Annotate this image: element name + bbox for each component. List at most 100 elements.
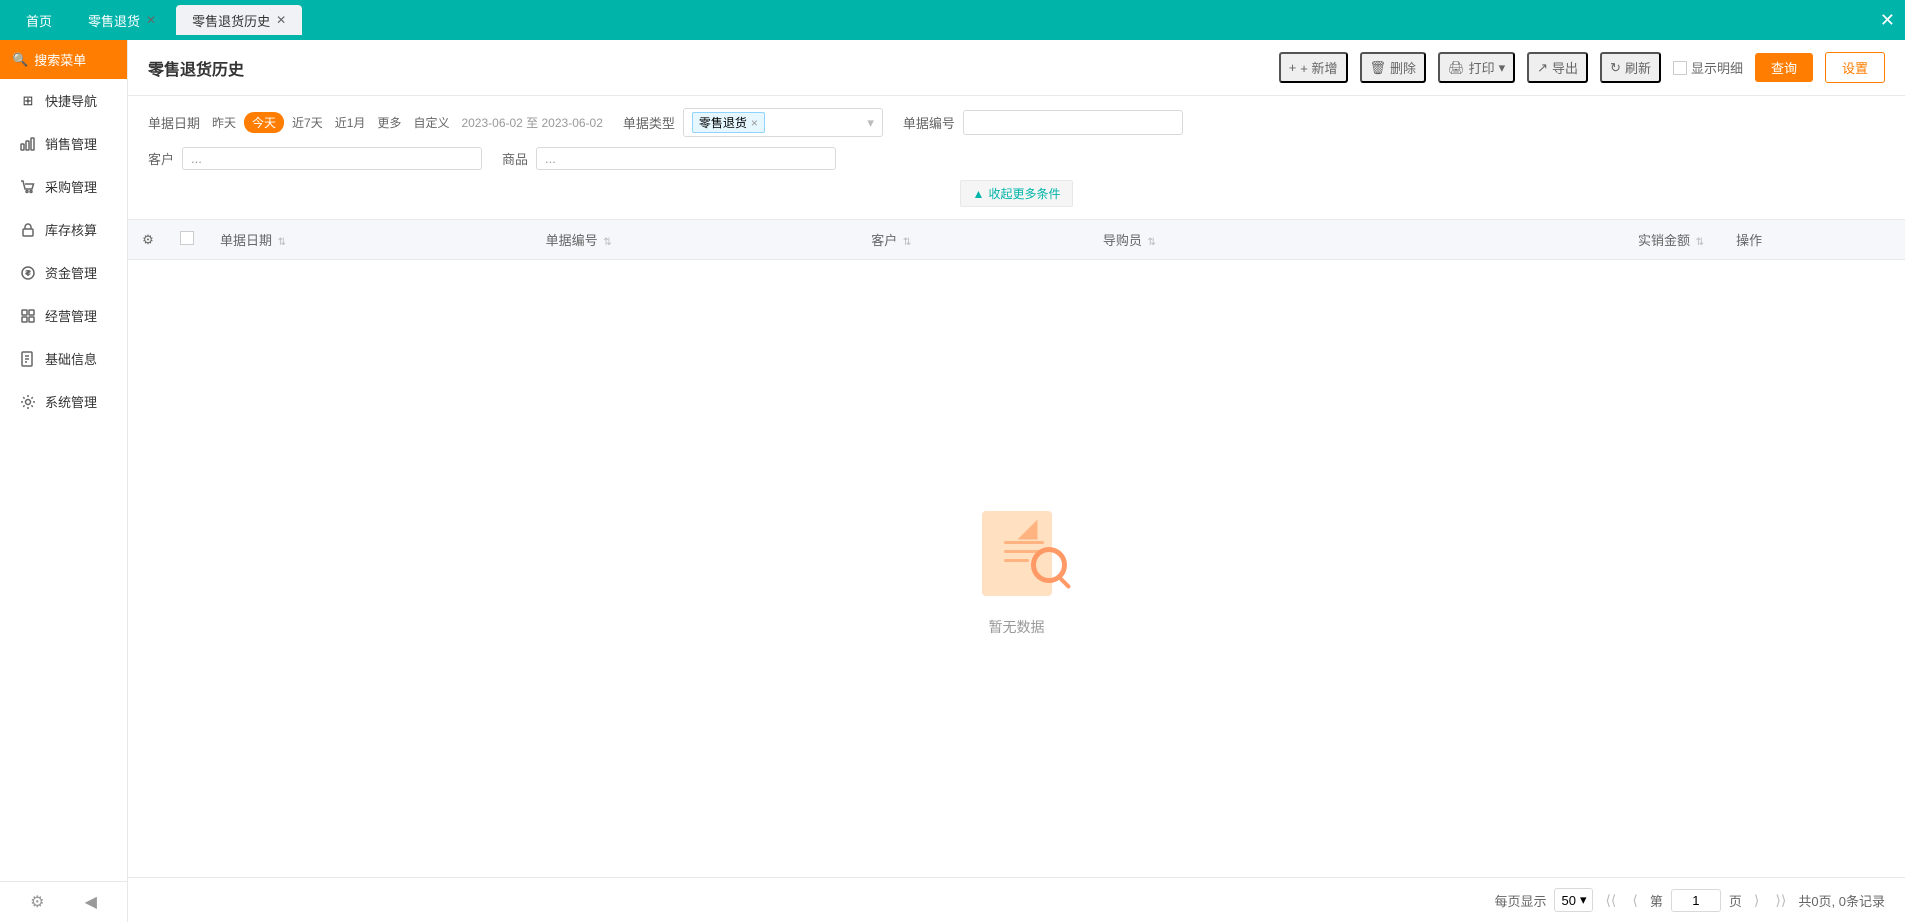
chart-icon [19,135,37,153]
sort-guide-icon[interactable]: ⇅ [1148,237,1156,248]
settings-bottom-icon[interactable]: ⚙ [30,892,44,912]
th-guide: 导购员 ⇅ [1091,220,1370,260]
th-actions: 操作 [1724,220,1905,260]
th-number: 单据编号 ⇅ [534,220,860,260]
tab-retail-return[interactable]: 零售退货 ✕ [72,5,172,35]
filter-customer-input[interactable]: ... [182,147,482,170]
th-settings: ⚙ [128,220,168,260]
date-opt-more[interactable]: 更多 [373,112,405,133]
filter-customer-item: 客户 ... [148,147,482,170]
date-opt-custom[interactable]: 自定义 [409,112,453,133]
pagination-per-page-select[interactable]: 50 ▾ [1554,888,1593,912]
pagination-first-icon[interactable]: ⟨⟨ [1601,890,1620,911]
close-window-icon[interactable]: ✕ [1880,10,1895,31]
select-all-checkbox[interactable] [180,231,194,245]
show-detail-label: 显示明细 [1691,58,1743,77]
delete-button[interactable]: 🗑 删除 [1360,52,1427,83]
delete-icon: 🗑 [1370,60,1387,76]
pagination-next-icon[interactable]: ⟩ [1750,890,1763,911]
search-icon: 🔍 [12,52,28,68]
table-container: ⚙ 单据日期 ⇅ 单据编号 ⇅ [128,220,1905,877]
sort-amount-icon[interactable]: ⇅ [1696,237,1704,248]
date-opt-yesterday[interactable]: 昨天 [208,112,240,133]
date-opt-1month[interactable]: 近1月 [331,112,370,133]
tab-retail-return-label: 零售退货 [88,11,140,30]
pagination-per-page-label: 每页显示 [1494,891,1546,910]
pagination-page-unit: 页 [1729,891,1742,910]
add-button[interactable]: + + 新增 [1279,52,1348,83]
sidebar-item-sales-mgmt[interactable]: 销售管理 [0,122,127,165]
show-detail-toggle[interactable]: 显示明细 [1673,58,1743,77]
filter-goods-label: 商品 [502,149,528,168]
sidebar-item-quick-nav-label: 快捷导航 [45,91,97,110]
filter-doctype-item: 单据类型 零售退货 × ▾ [623,108,883,137]
filter-doctype-input[interactable]: 零售退货 × ▾ [683,108,883,137]
tab-retail-return-history-label: 零售退货历史 [192,11,270,30]
sort-number-icon[interactable]: ⇅ [603,237,611,248]
filter-doctype-tag-close[interactable]: × [751,116,758,130]
th-amount: 实销金额 ⇅ [1369,220,1724,260]
finance-icon [19,264,37,282]
empty-illustration [967,501,1067,601]
doc-icon [19,350,37,368]
page-title: 零售退货历史 [148,56,244,80]
show-detail-checkbox[interactable] [1673,61,1687,75]
sort-date-icon[interactable]: ⇅ [278,237,286,248]
sidebar-search-label: 搜索菜单 [34,50,86,69]
filter-date-range: 2023-06-02 至 2023-06-02 [461,114,602,131]
sidebar-item-inventory[interactable]: 库存核算 [0,208,127,251]
sidebar-item-basic-info[interactable]: 基础信息 [0,337,127,380]
collapse-filter-btn[interactable]: ▲ 收起更多条件 [960,180,1074,207]
filter-date-item: 单据日期 昨天 今天 近7天 近1月 更多 自定义 2023-06-02 至 2… [148,112,603,133]
sidebar-item-finance[interactable]: 资金管理 [0,251,127,294]
sidebar-item-purchase-mgmt[interactable]: 采购管理 [0,165,127,208]
tab-home[interactable]: 首页 [10,5,68,35]
tab-retail-return-history-close[interactable]: ✕ [276,14,286,26]
filter-docnumber-input[interactable] [963,110,1183,135]
sidebar-item-system-mgmt[interactable]: 系统管理 [0,380,127,423]
cart-icon [19,178,37,196]
sidebar-item-purchase-mgmt-label: 采购管理 [45,177,97,196]
tab-retail-return-close[interactable]: ✕ [146,14,156,26]
sidebar-item-system-mgmt-label: 系统管理 [45,392,97,411]
print-icon: 🖨 [1448,60,1465,76]
sidebar-item-finance-label: 资金管理 [45,263,97,282]
collapse-sidebar-icon[interactable]: ◀ [85,892,97,912]
column-settings-icon[interactable]: ⚙ [142,232,154,247]
filter-doctype-label: 单据类型 [623,113,675,132]
setting-button[interactable]: 设置 [1825,52,1885,83]
header-actions: + + 新增 🗑 删除 🖨 打印 ▾ ↗ 导出 ↻ [1279,52,1885,83]
th-date: 单据日期 ⇅ [208,220,534,260]
refresh-button[interactable]: ↻ 刷新 [1600,52,1661,83]
sidebar-bottom: ⚙ ◀ [0,881,127,922]
print-button[interactable]: 🖨 打印 ▾ [1438,52,1515,83]
filter-row-2: 客户 ... 商品 ... [148,147,1885,170]
sidebar-search[interactable]: 🔍 搜索菜单 [0,40,127,79]
main-layout: 🔍 搜索菜单 ⊞ 快捷导航 销售管理 [0,40,1905,922]
empty-text: 暂无数据 [989,617,1045,637]
filter-docnumber-label: 单据编号 [903,113,955,132]
sidebar-item-basic-info-label: 基础信息 [45,349,97,368]
sidebar-item-operations[interactable]: 经营管理 [0,294,127,337]
content-area: 零售退货历史 + + 新增 🗑 删除 🖨 打印 ▾ ↗ 导出 [128,40,1905,922]
date-opt-7days[interactable]: 近7天 [288,112,327,133]
pagination-per-page-value: 50 [1561,893,1575,908]
pagination-last-icon[interactable]: ⟩⟩ [1771,890,1790,911]
pagination-prev-icon[interactable]: ⟨ [1628,890,1641,911]
sidebar-item-quick-nav[interactable]: ⊞ 快捷导航 [0,79,127,122]
export-button[interactable]: ↗ 导出 [1527,52,1588,83]
tab-retail-return-history[interactable]: 零售退货历史 ✕ [176,5,302,35]
sidebar-nav: ⊞ 快捷导航 销售管理 [0,79,127,881]
filter-goods-input[interactable]: ... [536,147,836,170]
date-opt-today[interactable]: 今天 [244,112,284,133]
sort-customer-icon[interactable]: ⇅ [903,237,911,248]
pagination-per-page-chevron: ▾ [1580,892,1587,908]
filter-date-options: 昨天 今天 近7天 近1月 更多 自定义 [208,112,453,133]
refresh-icon: ↻ [1610,60,1621,76]
pagination-page-input[interactable] [1671,889,1721,912]
doctype-dropdown-icon: ▾ [867,115,874,131]
sidebar-item-inventory-label: 库存核算 [45,220,97,239]
query-button[interactable]: 查询 [1755,53,1813,82]
system-icon [19,393,37,411]
filter-date-label: 单据日期 [148,113,200,132]
